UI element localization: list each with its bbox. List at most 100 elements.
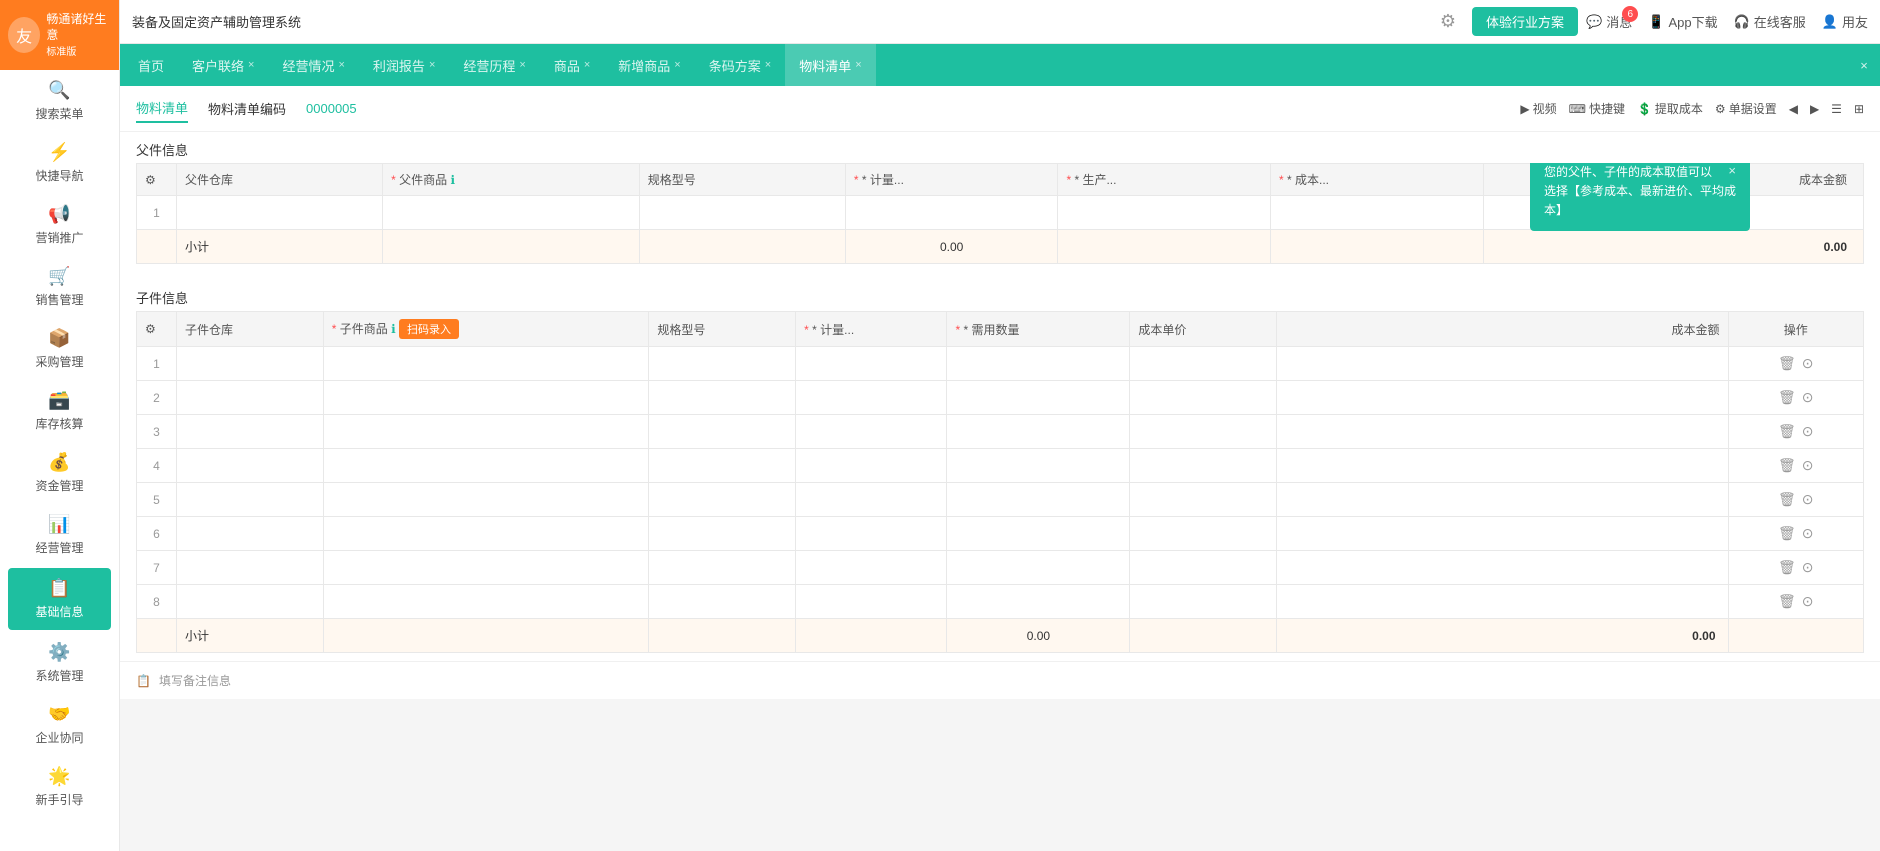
tab-goods-close[interactable]: × — [584, 59, 590, 71]
scan-button[interactable]: 扫码录入 — [399, 319, 459, 339]
child-unit-cost-cell[interactable] — [1130, 415, 1277, 449]
settings-icon[interactable]: ⚙ — [1440, 11, 1456, 32]
tab-bom-close[interactable]: × — [855, 59, 861, 71]
delete-icon[interactable]: 🗑 — [1778, 423, 1796, 440]
child-unit-cost-cell[interactable] — [1130, 381, 1277, 415]
tab-ops-status[interactable]: 经营情况 × — [268, 44, 358, 86]
child-spec-cell[interactable] — [649, 415, 796, 449]
app-download-btn[interactable]: 📱 App下载 — [1648, 12, 1717, 31]
child-unit-cost-cell[interactable] — [1130, 551, 1277, 585]
subheader-tab-bom[interactable]: 物料清单 — [136, 94, 188, 123]
sidebar-item-operations[interactable]: 📊 经营管理 — [0, 504, 119, 566]
child-needed-qty-cell[interactable] — [947, 449, 1130, 483]
child-qty-cell[interactable] — [796, 585, 947, 619]
child-unit-cost-cell[interactable] — [1130, 449, 1277, 483]
child-warehouse-cell[interactable] — [177, 415, 324, 449]
child-warehouse-cell[interactable] — [177, 585, 324, 619]
child-unit-cost-cell[interactable] — [1130, 483, 1277, 517]
child-spec-cell[interactable] — [649, 585, 796, 619]
tab-ops-status-close[interactable]: × — [338, 59, 344, 71]
parent-warehouse-cell[interactable] — [177, 196, 383, 230]
child-spec-cell[interactable] — [649, 483, 796, 517]
child-needed-qty-cell[interactable] — [947, 483, 1130, 517]
parent-cost-cell[interactable] — [1270, 196, 1483, 230]
delete-icon[interactable]: 🗑 — [1778, 559, 1796, 576]
child-needed-qty-cell[interactable] — [947, 381, 1130, 415]
child-goods-cell[interactable] — [323, 381, 649, 415]
tab-home[interactable]: 首页 — [124, 44, 178, 86]
child-qty-cell[interactable] — [796, 483, 947, 517]
tab-barcode-close[interactable]: × — [765, 59, 771, 71]
child-spec-cell[interactable] — [649, 381, 796, 415]
child-qty-cell[interactable] — [796, 449, 947, 483]
message-btn[interactable]: 💬 消息 6 — [1586, 12, 1632, 31]
nav-close-all[interactable]: × — [1848, 44, 1880, 86]
child-warehouse-cell[interactable] — [177, 449, 324, 483]
copy-icon[interactable]: ⊙ — [1802, 491, 1814, 508]
sidebar-item-marketing[interactable]: 📢 营销推广 — [0, 194, 119, 256]
tab-biz-history[interactable]: 经营历程 × — [449, 44, 539, 86]
single-settings-btn[interactable]: ⚙ 单据设置 — [1715, 100, 1777, 117]
parent-production-cell[interactable] — [1058, 196, 1271, 230]
sidebar-item-enterprise[interactable]: 🤝 企业协同 — [0, 694, 119, 756]
tab-profit[interactable]: 利润报告 × — [359, 44, 449, 86]
child-spec-cell[interactable] — [649, 449, 796, 483]
delete-icon[interactable]: 🗑 — [1778, 457, 1796, 474]
delete-icon[interactable]: 🗑 — [1778, 389, 1796, 406]
parent-spec-cell[interactable] — [639, 196, 845, 230]
child-col-settings[interactable]: ⚙ — [137, 312, 177, 347]
tab-new-goods-close[interactable]: × — [674, 59, 680, 71]
next-btn[interactable]: ▶ — [1810, 102, 1819, 116]
child-goods-cell[interactable] — [323, 517, 649, 551]
sidebar-item-purchase[interactable]: 📦 采购管理 — [0, 318, 119, 380]
child-needed-qty-cell[interactable] — [947, 517, 1130, 551]
copy-icon[interactable]: ⊙ — [1802, 559, 1814, 576]
parent-qty-cell[interactable] — [845, 196, 1058, 230]
delete-icon[interactable]: 🗑 — [1778, 491, 1796, 508]
child-needed-qty-cell[interactable] — [947, 415, 1130, 449]
copy-icon[interactable]: ⊙ — [1802, 355, 1814, 372]
sidebar-item-basicinfo[interactable]: 📋 基础信息 — [8, 568, 111, 630]
child-needed-qty-cell[interactable] — [947, 347, 1130, 381]
copy-icon[interactable]: ⊙ — [1802, 525, 1814, 542]
sidebar-item-inventory[interactable]: 🗃️ 库存核算 — [0, 380, 119, 442]
child-warehouse-cell[interactable] — [177, 517, 324, 551]
get-cost-btn[interactable]: 💲 提取成本 — [1637, 100, 1703, 117]
child-needed-qty-cell[interactable] — [947, 551, 1130, 585]
tooltip-close[interactable]: × — [1728, 163, 1736, 182]
shortcut-btn[interactable]: ⌨ 快捷键 — [1569, 100, 1625, 117]
sidebar-item-system[interactable]: ⚙️ 系统管理 — [0, 632, 119, 694]
child-goods-cell[interactable] — [323, 483, 649, 517]
tab-goods[interactable]: 商品 × — [540, 44, 604, 86]
child-goods-cell[interactable] — [323, 551, 649, 585]
user-btn[interactable]: 👤 用友 — [1822, 12, 1868, 31]
child-goods-cell[interactable] — [323, 347, 649, 381]
child-qty-cell[interactable] — [796, 381, 947, 415]
copy-icon[interactable]: ⊙ — [1802, 423, 1814, 440]
copy-icon[interactable]: ⊙ — [1802, 389, 1814, 406]
child-spec-cell[interactable] — [649, 347, 796, 381]
trial-button[interactable]: 体验行业方案 — [1472, 7, 1578, 36]
child-goods-cell[interactable] — [323, 415, 649, 449]
child-unit-cost-cell[interactable] — [1130, 517, 1277, 551]
sidebar-item-sales[interactable]: 🛒 销售管理 — [0, 256, 119, 318]
child-qty-cell[interactable] — [796, 551, 947, 585]
child-qty-cell[interactable] — [796, 517, 947, 551]
copy-icon[interactable]: ⊙ — [1802, 593, 1814, 610]
tab-profit-close[interactable]: × — [429, 59, 435, 71]
delete-icon[interactable]: 🗑 — [1778, 593, 1796, 610]
copy-icon[interactable]: ⊙ — [1802, 457, 1814, 474]
child-warehouse-cell[interactable] — [177, 347, 324, 381]
tab-biz-history-close[interactable]: × — [519, 59, 525, 71]
child-warehouse-cell[interactable] — [177, 551, 324, 585]
sidebar-item-guide[interactable]: 🌟 新手引导 — [0, 756, 119, 818]
video-btn[interactable]: ▶ 视频 — [1520, 100, 1556, 117]
child-spec-cell[interactable] — [649, 517, 796, 551]
sidebar-item-quicknav[interactable]: ⚡ 快捷导航 — [0, 132, 119, 194]
child-qty-cell[interactable] — [796, 347, 947, 381]
tab-customer[interactable]: 客户联络 × — [178, 44, 268, 86]
list-view-btn[interactable]: ☰ — [1831, 102, 1842, 116]
child-needed-qty-cell[interactable] — [947, 585, 1130, 619]
delete-icon[interactable]: 🗑 — [1778, 355, 1796, 372]
sidebar-item-finance[interactable]: 💰 资金管理 — [0, 442, 119, 504]
